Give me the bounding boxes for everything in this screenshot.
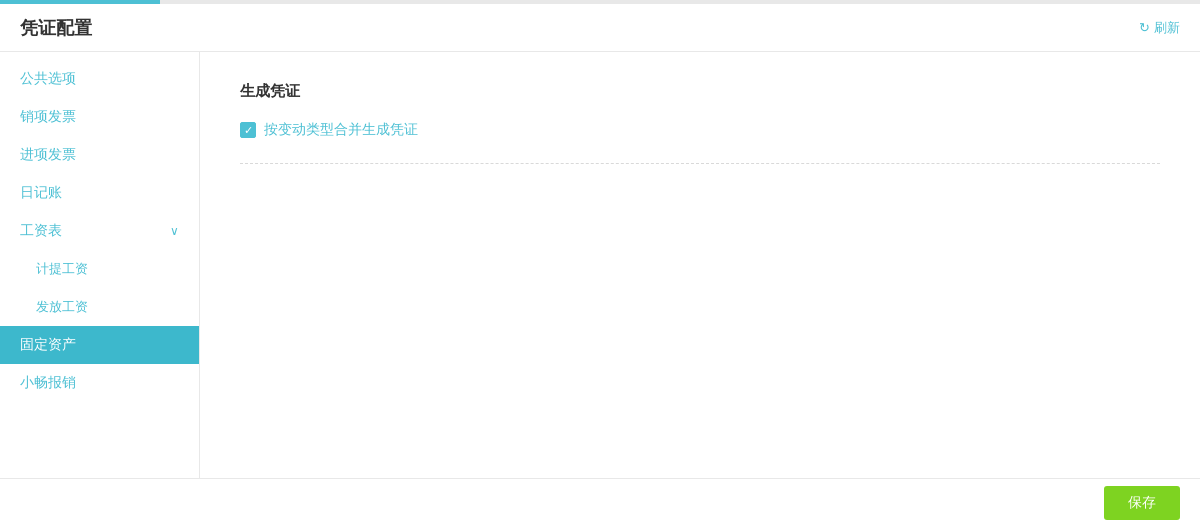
sidebar-item-payroll[interactable]: 工资表 ∨ (0, 212, 199, 250)
sidebar: 公共选项 销项发票 进项发票 日记账 工资表 ∨ 计提工资 发放工资 固定资产 … (0, 52, 200, 478)
sidebar-item-payroll-distribute[interactable]: 发放工资 (0, 288, 199, 326)
sidebar-item-purchase-invoice[interactable]: 进项发票 (0, 136, 199, 174)
refresh-button[interactable]: ↻ 刷新 (1139, 19, 1180, 37)
checkbox-row: 按变动类型合并生成凭证 (240, 121, 1160, 139)
top-tab-bar (0, 0, 1200, 4)
sidebar-item-expense[interactable]: 小畅报销 (0, 364, 199, 402)
save-button[interactable]: 保存 (1104, 486, 1180, 520)
sidebar-item-label: 进项发票 (20, 146, 76, 164)
page-footer: 保存 (0, 478, 1200, 522)
sidebar-item-sales-invoice[interactable]: 销项发票 (0, 98, 199, 136)
sidebar-item-journal[interactable]: 日记账 (0, 174, 199, 212)
chevron-down-icon: ∨ (170, 224, 179, 238)
sidebar-item-public[interactable]: 公共选项 (0, 60, 199, 98)
refresh-label: 刷新 (1154, 19, 1180, 37)
merge-checkbox[interactable] (240, 122, 256, 138)
merge-checkbox-label: 按变动类型合并生成凭证 (264, 121, 418, 139)
sidebar-item-label: 销项发票 (20, 108, 76, 126)
top-tab-bar-active (0, 0, 160, 4)
sidebar-item-payroll-accrual[interactable]: 计提工资 (0, 250, 199, 288)
sidebar-item-label: 发放工资 (36, 298, 88, 316)
page-title: 凭证配置 (20, 16, 92, 40)
page-header: 凭证配置 ↻ 刷新 (0, 4, 1200, 52)
main-layout: 公共选项 销项发票 进项发票 日记账 工资表 ∨ 计提工资 发放工资 固定资产 … (0, 52, 1200, 478)
sidebar-item-label: 日记账 (20, 184, 62, 202)
sidebar-item-label: 固定资产 (20, 336, 76, 354)
main-content: 生成凭证 按变动类型合并生成凭证 (200, 52, 1200, 478)
sidebar-item-fixed-assets[interactable]: 固定资产 (0, 326, 199, 364)
sidebar-item-label: 小畅报销 (20, 374, 76, 392)
sidebar-item-label: 工资表 (20, 222, 62, 240)
section-title: 生成凭证 (240, 82, 1160, 101)
refresh-icon: ↻ (1139, 20, 1150, 35)
section-divider (240, 163, 1160, 164)
sidebar-item-label: 计提工资 (36, 260, 88, 278)
sidebar-item-label: 公共选项 (20, 70, 76, 88)
